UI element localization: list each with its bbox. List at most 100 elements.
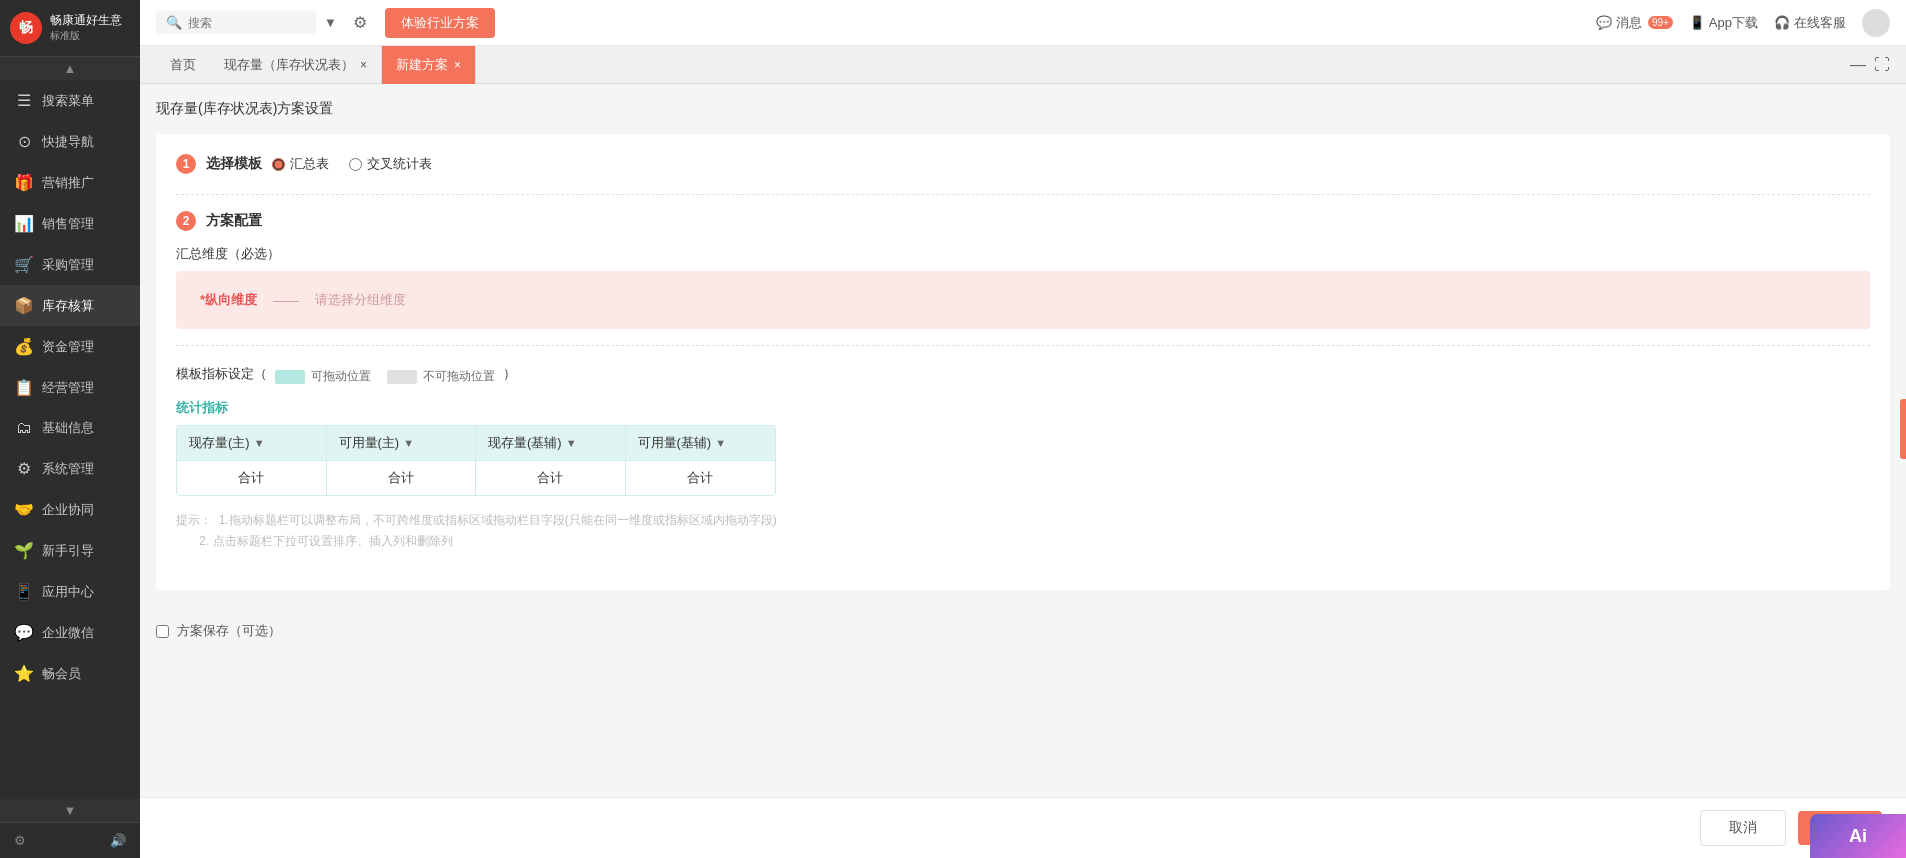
vertical-dim-placeholder: 请选择分组维度 (315, 291, 406, 309)
stats-body-cell-0: 合计 (177, 460, 327, 495)
draggable-legend: 可拖动位置 (275, 368, 371, 385)
messages-btn[interactable]: 💬 消息 99+ (1596, 14, 1673, 32)
ai-float-button[interactable]: Ai (1810, 814, 1906, 858)
page-title: 现存量(库存状况表)方案设置 (156, 100, 1890, 118)
service-icon: 🎧 (1774, 15, 1790, 30)
app-name: 畅康通好生意 (50, 13, 122, 29)
search-menu-icon: ☰ (14, 91, 34, 110)
header-chevron-0: ▼ (254, 437, 265, 449)
stats-header-cell-0[interactable]: 现存量(主) ▼ (177, 426, 327, 460)
template-radio-group: 汇总表 交叉统计表 (272, 155, 432, 173)
stats-body-cell-1: 合计 (327, 460, 477, 495)
sidebar-scroll-up[interactable]: ▲ (0, 57, 140, 80)
bottom-action-bar: 取消 查询 (140, 797, 1906, 858)
sidebar-bottom: ⚙ 🔊 (0, 822, 140, 858)
search-dropdown-icon[interactable]: ▼ (316, 11, 345, 34)
operations-icon: 📋 (14, 378, 34, 397)
content-area: 现存量(库存状况表)方案设置 1 选择模板 汇总表 交叉统计表 (140, 84, 1906, 797)
summary-dim-section: 汇总维度（必选） *纵向维度 —— 请选择分组维度 (176, 245, 1870, 329)
sidebar-item-app-center[interactable]: 📱 应用中心 (0, 571, 140, 612)
topbar-settings-icon[interactable]: ⚙ (345, 9, 375, 36)
sidebar-item-label: 经营管理 (42, 379, 94, 397)
basic-icon: 🗂 (14, 419, 34, 437)
footer-save: 方案保存（可选） (156, 610, 1890, 652)
tab-inventory[interactable]: 现存量（库存状况表） × (210, 46, 382, 84)
radio-cross[interactable]: 交叉统计表 (349, 155, 432, 173)
vertical-dim-dash: —— (273, 293, 299, 308)
sidebar-item-purchase[interactable]: 🛒 采购管理 (0, 244, 140, 285)
sidebar-item-label: 畅会员 (42, 665, 81, 683)
sidebar-item-system[interactable]: ⚙ 系统管理 (0, 448, 140, 489)
sidebar-audio-icon[interactable]: 🔊 (110, 833, 126, 848)
sidebar-item-newcomer[interactable]: 🌱 新手引导 (0, 530, 140, 571)
sidebar-item-label: 新手引导 (42, 542, 94, 560)
tab-new-scheme[interactable]: 新建方案 × (382, 46, 476, 84)
search-input[interactable] (188, 16, 288, 30)
sidebar-item-label: 应用中心 (42, 583, 94, 601)
sidebar-item-wechat[interactable]: 💬 企业微信 (0, 612, 140, 653)
sidebar-item-label: 企业协同 (42, 501, 94, 519)
sidebar-item-label: 库存核算 (42, 297, 94, 315)
sidebar-item-finance[interactable]: 💰 资金管理 (0, 326, 140, 367)
sidebar-item-inventory[interactable]: 📦 库存核算 (0, 285, 140, 326)
tab-home[interactable]: 首页 (156, 46, 210, 84)
sidebar-item-basic[interactable]: 🗂 基础信息 (0, 408, 140, 448)
inventory-icon: 📦 (14, 296, 34, 315)
app-download-btn[interactable]: 📱 App下载 (1689, 14, 1758, 32)
tip1: 提示： 1.拖动标题栏可以调整布局，不可跨维度或指标区域拖动栏目字段(只能在同一… (176, 512, 1870, 529)
sidebar-settings-icon[interactable]: ⚙ (14, 833, 26, 848)
stats-header-cell-2[interactable]: 现存量(基辅) ▼ (476, 426, 626, 460)
sidebar-item-sales[interactable]: 📊 销售管理 (0, 203, 140, 244)
header-chevron-2: ▼ (566, 437, 577, 449)
sidebar-logo: 畅 畅康通好生意 标准版 (0, 0, 140, 57)
sidebar-item-label: 资金管理 (42, 338, 94, 356)
stats-body-cell-2: 合计 (476, 460, 626, 495)
sidebar-item-label: 企业微信 (42, 624, 94, 642)
stats-header-cell-3[interactable]: 可用量(基辅) ▼ (626, 426, 776, 460)
tab-minimize-icon[interactable]: — (1850, 56, 1866, 74)
stats-table: 现存量(主) ▼ 可用量(主) ▼ 现存量(基辅) ▼ (176, 425, 776, 496)
sidebar-item-member[interactable]: ⭐ 畅会员 (0, 653, 140, 694)
vertical-dim-label: *纵向维度 (200, 291, 257, 309)
scheme-card: 1 选择模板 汇总表 交叉统计表 (156, 134, 1890, 590)
stats-label: 统计指标 (176, 399, 1870, 417)
topbar: 🔍 ▼ ⚙ 体验行业方案 💬 消息 99+ 📱 App下载 🎧 在线客服 (140, 0, 1906, 46)
sidebar-item-operations[interactable]: 📋 经营管理 (0, 367, 140, 408)
not-draggable-legend: 不可拖动位置 (387, 368, 495, 385)
online-service-btn[interactable]: 🎧 在线客服 (1774, 14, 1846, 32)
sidebar-item-enterprise[interactable]: 🤝 企业协同 (0, 489, 140, 530)
sidebar-item-search-menu[interactable]: ☰ 搜索菜单 (0, 80, 140, 121)
sidebar-item-label: 销售管理 (42, 215, 94, 233)
right-handle[interactable] (1900, 399, 1906, 459)
vertical-dim-area[interactable]: *纵向维度 —— 请选择分组维度 (176, 271, 1870, 329)
topbar-right: 💬 消息 99+ 📱 App下载 🎧 在线客服 (1596, 9, 1890, 37)
header-chevron-3: ▼ (715, 437, 726, 449)
purchase-icon: 🛒 (14, 255, 34, 274)
sidebar-item-marketing[interactable]: 🎁 营销推广 (0, 162, 140, 203)
sidebar-scroll-down[interactable]: ▼ (0, 799, 140, 822)
user-avatar[interactable] (1862, 9, 1890, 37)
summary-dim-label: 汇总维度（必选） (176, 245, 1870, 263)
stats-body-cell-3: 合计 (626, 460, 776, 495)
app-center-icon: 📱 (14, 582, 34, 601)
tab-bar: 首页 现存量（库存状况表） × 新建方案 × — ⛶ (140, 46, 1906, 84)
sidebar: 畅 畅康通好生意 标准版 ▲ ☰ 搜索菜单 ⊙ 快捷导航 🎁 营销推广 📊 销售… (0, 0, 140, 858)
cancel-button[interactable]: 取消 (1700, 810, 1786, 846)
sidebar-nav: ☰ 搜索菜单 ⊙ 快捷导航 🎁 营销推广 📊 销售管理 🛒 采购管理 📦 库存核… (0, 80, 140, 799)
indicator-legend: 可拖动位置 不可拖动位置 (275, 368, 495, 385)
radio-summary[interactable]: 汇总表 (272, 155, 329, 173)
tab-maximize-icon[interactable]: ⛶ (1874, 56, 1890, 74)
tab1-close-icon[interactable]: × (360, 58, 367, 72)
step1-section: 1 选择模板 汇总表 交叉统计表 (176, 154, 1870, 174)
tab2-close-icon[interactable]: × (454, 58, 461, 72)
experience-btn[interactable]: 体验行业方案 (385, 8, 495, 38)
stats-header-cell-1[interactable]: 可用量(主) ▼ (327, 426, 477, 460)
stats-section: 统计指标 现存量(主) ▼ 可用量(主) ▼ (176, 399, 1870, 496)
step2-title: 方案配置 (206, 212, 262, 230)
search-box[interactable]: 🔍 (156, 11, 316, 34)
save-checkbox[interactable] (156, 625, 169, 638)
sidebar-item-quick-nav[interactable]: ⊙ 快捷导航 (0, 121, 140, 162)
stats-table-body: 合计 合计 合计 合计 (177, 460, 775, 495)
stats-table-header: 现存量(主) ▼ 可用量(主) ▼ 现存量(基辅) ▼ (177, 426, 775, 460)
template-indicators-suffix: ） (503, 365, 516, 383)
